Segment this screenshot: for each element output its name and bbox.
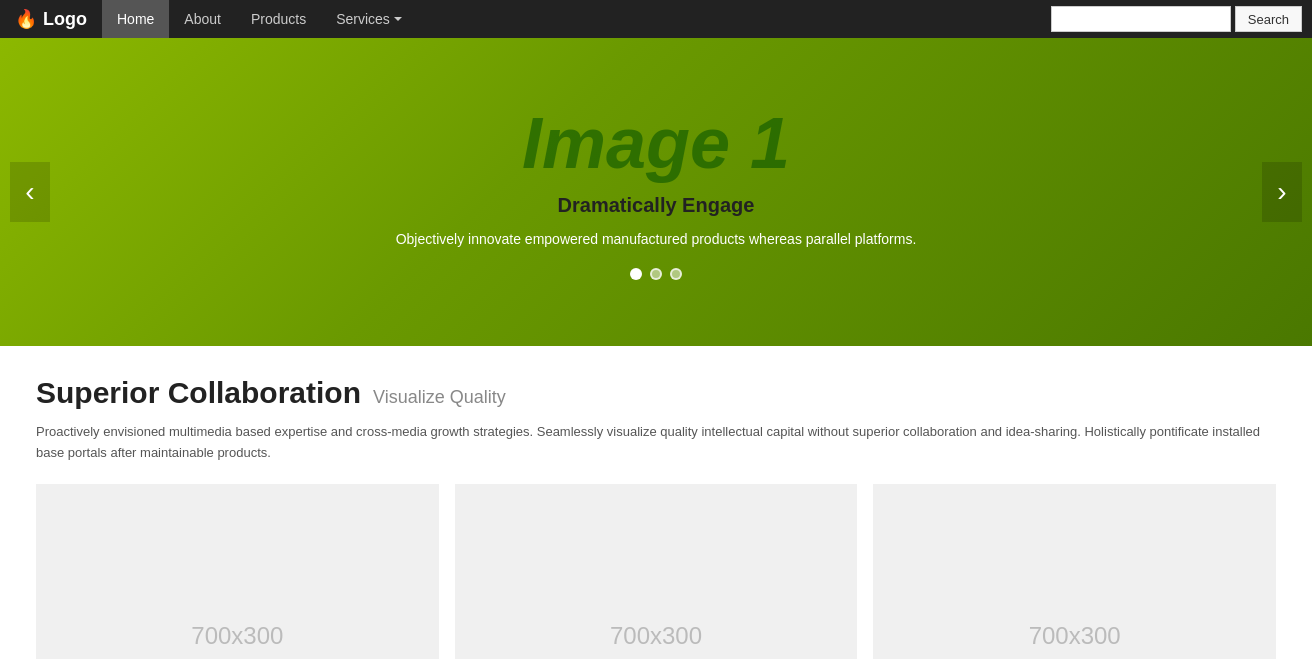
nav-link-services[interactable]: Services	[321, 0, 417, 38]
section-description: Proactively envisioned multimedia based …	[36, 422, 1276, 464]
chevron-down-icon	[394, 17, 402, 21]
thumbnail-1: 700x300	[36, 484, 439, 659]
thumbnail-2: 700x300	[455, 484, 858, 659]
thumbnail-2-label: 700x300	[610, 622, 702, 650]
thumbnail-3: 700x300	[873, 484, 1276, 659]
nav-link-services-label: Services	[336, 11, 390, 27]
thumbnail-grid: 700x300 700x300 700x300	[36, 484, 1276, 659]
main-content: Superior Collaboration Visualize Quality…	[16, 346, 1296, 659]
carousel-content: Image 1 Dramatically Engage Objectively …	[376, 84, 937, 299]
carousel-subtitle: Dramatically Engage	[396, 194, 917, 217]
nav-link-home[interactable]: Home	[102, 0, 169, 38]
search-button[interactable]: Search	[1235, 6, 1302, 32]
carousel-title: Image 1	[396, 104, 917, 183]
nav-item-about: About	[169, 0, 236, 38]
section-title: Superior Collaboration	[36, 376, 361, 410]
nav-item-products: Products	[236, 0, 321, 38]
nav-item-home: Home	[102, 0, 169, 38]
carousel-indicator-2[interactable]	[650, 268, 662, 280]
fire-icon: 🔥	[15, 8, 37, 30]
section-subtitle: Visualize Quality	[373, 387, 506, 408]
carousel-indicators	[396, 268, 917, 280]
search-input[interactable]	[1051, 6, 1231, 32]
carousel-indicator-1[interactable]	[630, 268, 642, 280]
navbar-nav: Home About Products Services	[102, 0, 417, 38]
section-heading: Superior Collaboration Visualize Quality	[36, 376, 1276, 410]
nav-link-about[interactable]: About	[169, 0, 236, 38]
nav-item-services: Services	[321, 0, 417, 38]
carousel: ‹ Image 1 Dramatically Engage Objectivel…	[0, 38, 1312, 346]
thumbnail-1-label: 700x300	[191, 622, 283, 650]
navbar-brand-text: Logo	[43, 9, 87, 30]
carousel-description: Objectively innovate empowered manufactu…	[396, 229, 917, 250]
carousel-indicator-3[interactable]	[670, 268, 682, 280]
nav-link-products[interactable]: Products	[236, 0, 321, 38]
thumbnail-3-label: 700x300	[1029, 622, 1121, 650]
navbar: 🔥 Logo Home About Products Services Sear…	[0, 0, 1312, 38]
navbar-brand[interactable]: 🔥 Logo	[0, 0, 102, 38]
carousel-next-button[interactable]: ›	[1262, 162, 1302, 222]
navbar-search: Search	[1041, 6, 1312, 32]
carousel-prev-button[interactable]: ‹	[10, 162, 50, 222]
